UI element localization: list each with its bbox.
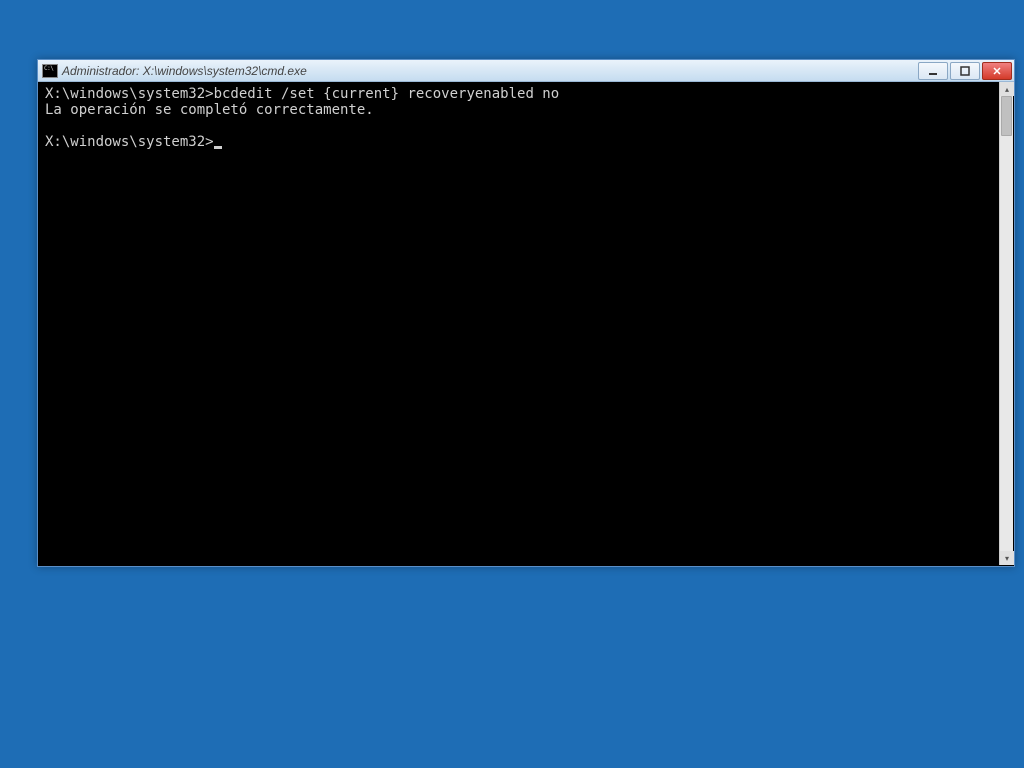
prompt: X:\windows\system32> — [45, 134, 214, 150]
terminal-output[interactable]: X:\windows\system32>bcdedit /set {curren… — [39, 82, 999, 565]
cursor-icon — [214, 146, 222, 149]
minimize-button[interactable] — [918, 62, 948, 80]
scroll-thumb[interactable] — [1001, 96, 1012, 136]
cmd-icon — [42, 64, 58, 78]
close-button[interactable] — [982, 62, 1012, 80]
scroll-down-arrow-icon[interactable]: ▾ — [1000, 551, 1014, 565]
prompt: X:\windows\system32> — [45, 86, 214, 102]
terminal-line: X:\windows\system32> — [45, 134, 993, 150]
terminal-line: La operación se completó correctamente. — [45, 102, 993, 118]
vertical-scrollbar[interactable]: ▴ ▾ — [999, 82, 1013, 565]
terminal-line: X:\windows\system32>bcdedit /set {curren… — [45, 86, 993, 102]
command-text: bcdedit /set {current} recoveryenabled n… — [214, 86, 560, 102]
scroll-up-arrow-icon[interactable]: ▴ — [1000, 82, 1014, 96]
blank-line — [45, 118, 993, 134]
maximize-button[interactable] — [950, 62, 980, 80]
titlebar[interactable]: Administrador: X:\windows\system32\cmd.e… — [38, 60, 1014, 82]
cmd-window: Administrador: X:\windows\system32\cmd.e… — [37, 59, 1015, 567]
window-title: Administrador: X:\windows\system32\cmd.e… — [62, 64, 307, 78]
window-controls — [918, 62, 1012, 80]
